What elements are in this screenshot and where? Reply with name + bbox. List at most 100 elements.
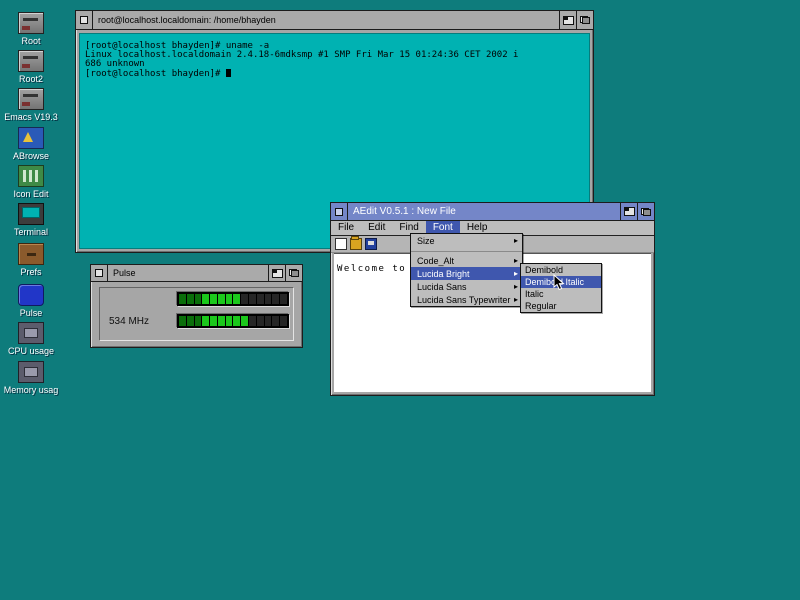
- browser-icon: [18, 127, 44, 149]
- desktop-icon-icon-edit[interactable]: Icon Edit: [2, 165, 60, 199]
- icon-label: CPU usage: [7, 346, 55, 356]
- drawer-icon: [18, 243, 44, 265]
- cpu-load-meter: [177, 314, 289, 328]
- led-segment: [264, 294, 272, 304]
- save-file-icon[interactable]: [365, 238, 377, 250]
- icon-label: Prefs: [20, 267, 42, 277]
- close-gadget-icon[interactable]: [331, 203, 348, 220]
- led-segment: [225, 294, 233, 304]
- font-menu-item-lucida-bright[interactable]: Lucida Bright ▸: [411, 267, 522, 280]
- led-segment: [280, 294, 287, 304]
- desktop-icon-abrowse[interactable]: ABrowse: [2, 127, 60, 161]
- led-segment: [202, 316, 210, 326]
- pulse-window: Pulse 534 MHz: [90, 264, 303, 348]
- terminal-line: Linux localhost.localdomain 2.4.18-6mdks…: [85, 50, 519, 60]
- pulse-titlebar[interactable]: Pulse: [91, 265, 302, 282]
- zoom-gadget-icon[interactable]: [620, 203, 637, 220]
- terminal-line: 686 unknown: [85, 59, 145, 69]
- led-segment: [186, 316, 194, 326]
- font-menu-item-lucida-sans[interactable]: Lucida Sans ▸: [411, 280, 522, 293]
- depth-gadget-icon[interactable]: [285, 265, 302, 281]
- terminal-cursor: [225, 69, 231, 77]
- icon-label: Icon Edit: [13, 189, 49, 199]
- desktop-icon-root[interactable]: Root: [2, 12, 60, 46]
- chip-icon: [18, 322, 44, 344]
- led-segment: [256, 316, 264, 326]
- led-segment: [256, 294, 264, 304]
- terminal-prompt-line: [root@localhost bhayden]#: [85, 69, 584, 79]
- desktop-icon-cpu-usage[interactable]: CPU usage: [2, 322, 60, 356]
- zoom-gadget-icon[interactable]: [268, 265, 285, 281]
- cpu-speed-label: 534 MHz: [109, 316, 150, 327]
- document-text: Welcome to: [337, 264, 407, 274]
- pulse-content: 534 MHz: [93, 284, 300, 345]
- terminal-window-title: root@localhost.localdomain: /home/bhayde…: [98, 15, 276, 25]
- editor-icon: [18, 165, 44, 187]
- led-segment: [217, 316, 225, 326]
- led-segment: [179, 316, 186, 326]
- open-file-icon[interactable]: [350, 236, 362, 250]
- new-file-icon[interactable]: [335, 238, 347, 250]
- submenu-arrow-icon: ▸: [513, 235, 518, 245]
- led-segment: [233, 316, 241, 326]
- led-segment: [225, 316, 233, 326]
- zoom-gadget-icon[interactable]: [559, 11, 576, 29]
- font-menu-item-code-alt[interactable]: Code_Alt ▸: [411, 254, 522, 267]
- close-gadget-icon[interactable]: [91, 265, 108, 281]
- led-segment: [233, 294, 241, 304]
- led-segment: [202, 294, 210, 304]
- icon-label: Pulse: [19, 308, 43, 318]
- led-segment: [264, 316, 272, 326]
- desktop-icon-memory-usage[interactable]: Memory usag: [2, 361, 60, 395]
- cpu-load-meter: [177, 292, 289, 306]
- depth-gadget-icon[interactable]: [637, 203, 654, 220]
- led-segment: [241, 316, 249, 326]
- terminal-icon: [18, 203, 44, 225]
- disk-icon: [18, 50, 44, 72]
- menu-edit[interactable]: Edit: [361, 221, 392, 235]
- desktop-icon-terminal[interactable]: Terminal: [2, 203, 60, 237]
- menu-file[interactable]: File: [331, 221, 361, 235]
- led-segment: [194, 316, 202, 326]
- led-segment: [194, 294, 202, 304]
- desktop-icon-emacs[interactable]: Emacs V19.3: [2, 88, 60, 122]
- submenu-item-regular[interactable]: Regular: [521, 300, 601, 312]
- mouse-cursor-icon: [553, 273, 565, 297]
- led-segment: [249, 316, 256, 326]
- led-segment: [249, 294, 256, 304]
- font-menu: Size ▸ Code_Alt ▸ Lucida Bright ▸ Lucida Sa…: [410, 233, 523, 307]
- depth-gadget-icon[interactable]: [576, 11, 593, 29]
- disk-icon: [18, 12, 44, 34]
- pulse-window-title: Pulse: [113, 268, 136, 278]
- led-segment: [179, 294, 186, 304]
- icon-label: Root2: [18, 74, 44, 84]
- menu-separator: [411, 247, 522, 252]
- submenu-arrow-icon: ▸: [513, 268, 518, 278]
- close-gadget-icon[interactable]: [76, 11, 93, 29]
- led-segment: [217, 294, 225, 304]
- aedit-titlebar[interactable]: AEdit V0.5.1 : New File: [331, 203, 654, 221]
- icon-label: Emacs V19.3: [4, 112, 58, 122]
- font-menu-item-size[interactable]: Size ▸: [411, 234, 522, 247]
- terminal-titlebar[interactable]: root@localhost.localdomain: /home/bhayde…: [76, 11, 593, 30]
- submenu-arrow-icon: ▸: [513, 255, 518, 265]
- font-menu-item-lucida-sans-typewriter[interactable]: Lucida Sans Typewriter ▸: [411, 293, 522, 306]
- led-segment: [241, 294, 249, 304]
- led-segment: [280, 316, 287, 326]
- pulse-icon: [18, 284, 44, 306]
- icon-label: Memory usag: [3, 385, 59, 395]
- submenu-arrow-icon: ▸: [513, 294, 518, 304]
- led-segment: [186, 294, 194, 304]
- led-segment: [272, 316, 280, 326]
- submenu-arrow-icon: ▸: [513, 281, 518, 291]
- icon-label: Root: [21, 36, 41, 46]
- chip-icon: [18, 361, 44, 383]
- led-segment: [210, 294, 217, 304]
- desktop-icon-root2[interactable]: Root2: [2, 50, 60, 84]
- aedit-window-title: AEdit V0.5.1 : New File: [353, 206, 456, 217]
- led-segment: [272, 294, 280, 304]
- desktop-icon-pulse[interactable]: Pulse: [2, 284, 60, 318]
- desktop-icon-prefs[interactable]: Prefs: [2, 243, 60, 277]
- icon-label: ABrowse: [12, 151, 49, 161]
- led-segment: [210, 316, 217, 326]
